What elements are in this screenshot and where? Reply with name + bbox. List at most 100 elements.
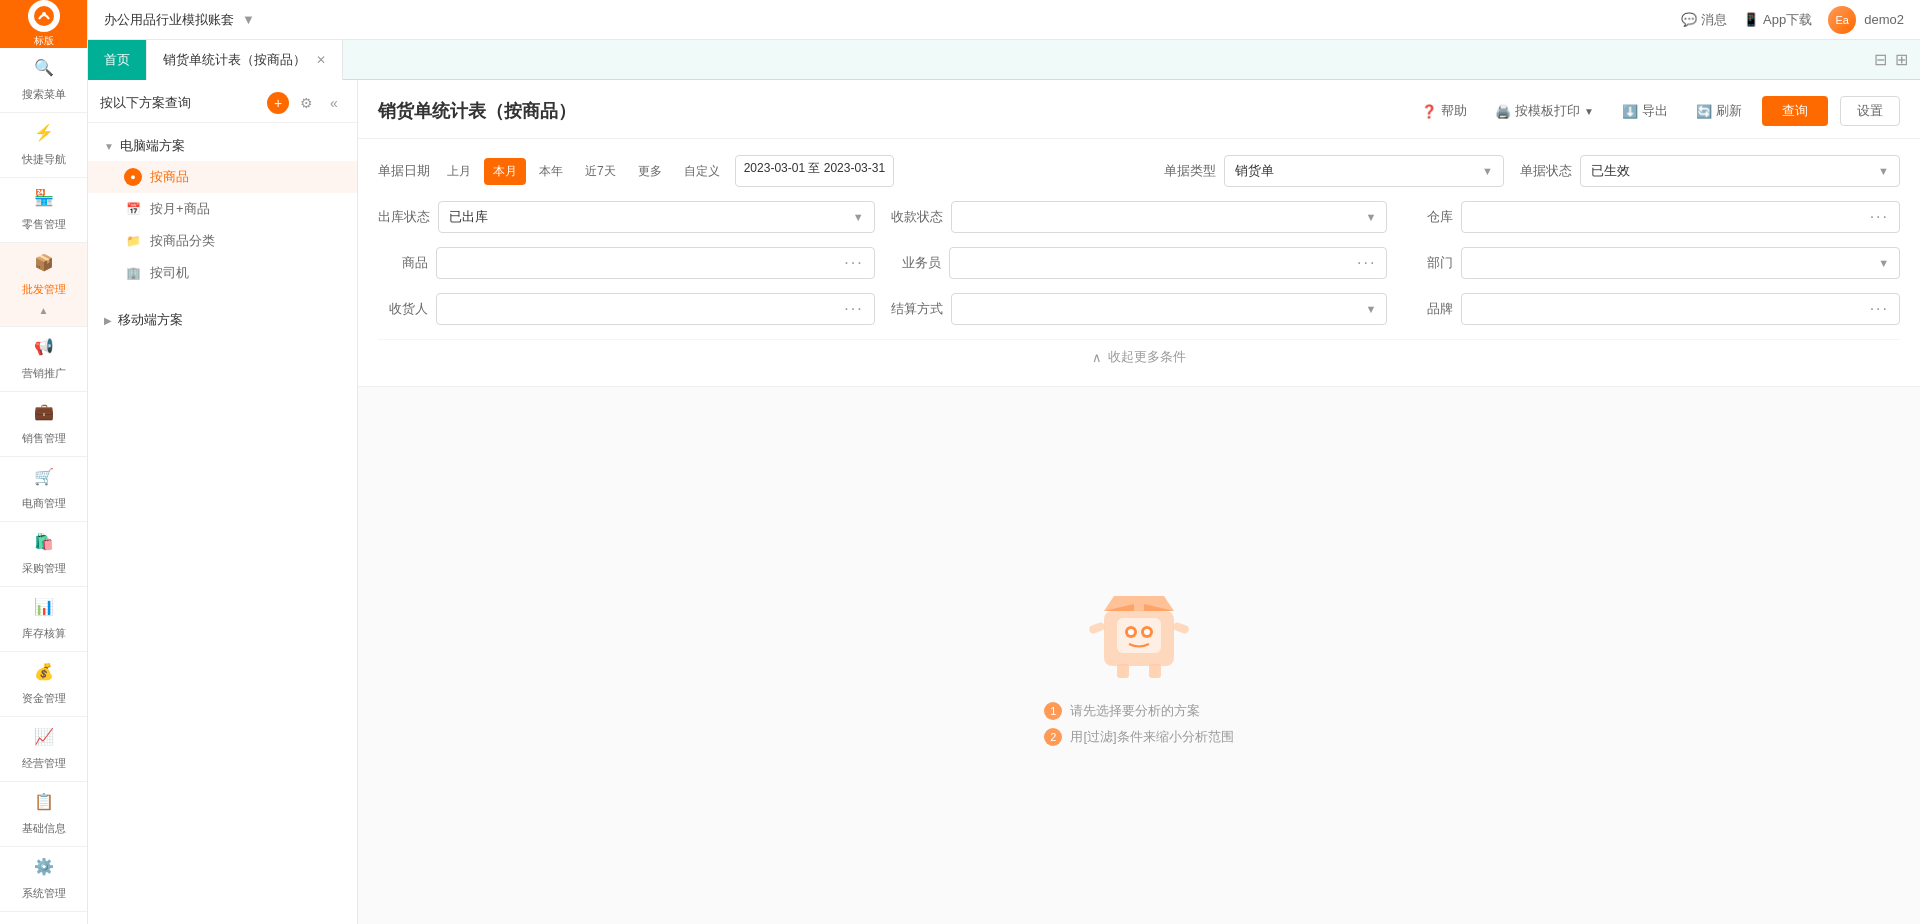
scheme-item-by-product[interactable]: ● 按商品 (88, 161, 357, 193)
sidebar-item-operation[interactable]: 📈 经营管理 (0, 717, 87, 782)
settings-scheme-btn[interactable]: ⚙ (295, 92, 317, 114)
empty-tips: 1 请先选择要分析的方案 2 用[过滤]条件来缩小分析范围 (1044, 702, 1233, 746)
sidebar-item-marketing[interactable]: 📢 营销推广 (0, 327, 87, 392)
left-panel: 按以下方案查询 + ⚙ « ▼ 电脑端方案 ● 按商品 📅 按 (88, 80, 358, 924)
settlement-label: 结算方式 (891, 300, 943, 318)
message-btn[interactable]: 💬 消息 (1681, 11, 1727, 29)
date-tab-this-year[interactable]: 本年 (530, 158, 572, 185)
user-profile-btn[interactable]: Ea demo2 (1828, 6, 1904, 34)
dept-select[interactable]: ▼ (1461, 247, 1900, 279)
tab-minimize-btn[interactable]: ⊟ (1874, 50, 1887, 69)
sidebar-item-basic[interactable]: 📋 基础信息 (0, 782, 87, 847)
tab-maximize-btn[interactable]: ⊞ (1895, 50, 1908, 69)
sidebar-item-quicknav[interactable]: ⚡ 快捷导航 (0, 113, 87, 178)
scheme-label-by-dept: 按司机 (150, 264, 189, 282)
collapse-bar[interactable]: ∧ 收起更多条件 (378, 339, 1900, 370)
scheme-label-by-category: 按商品分类 (150, 232, 215, 250)
date-tab-last-month[interactable]: 上月 (438, 158, 480, 185)
sidebar-item-enterprise[interactable]: 🏢 企业协同 (0, 912, 87, 924)
user-avatar: Ea (1828, 6, 1856, 34)
date-range-input[interactable]: 2023-03-01 至 2023-03-31 (735, 155, 894, 187)
scheme-item-by-month-product[interactable]: 📅 按月+商品 (88, 193, 357, 225)
filter-row-3: 商品 ··· 业务员 ··· 部门 (378, 247, 1900, 279)
tab-sales-stats[interactable]: 销货单统计表（按商品） ✕ (147, 40, 343, 80)
export-btn[interactable]: ⬇️ 导出 (1614, 98, 1676, 124)
tip-number-2: 2 (1044, 728, 1062, 746)
date-tabs: 上月 本月 本年 近7天 更多 自定义 (438, 158, 729, 185)
sidebar-item-finance[interactable]: 💰 资金管理 (0, 652, 87, 717)
date-range-value: 2023-03-01 至 2023-03-31 (744, 161, 885, 175)
sidebar-item-retail[interactable]: 🏪 零售管理 (0, 178, 87, 243)
sidebar-item-wholesale[interactable]: 📦 批发管理 ▲ (0, 243, 87, 327)
sidebar-item-system[interactable]: ⚙️ 系统管理 (0, 847, 87, 912)
mobile-label: 移动端方案 (118, 311, 183, 329)
dropdown-arrow[interactable]: ▼ (242, 12, 255, 27)
query-button[interactable]: 查询 (1762, 96, 1828, 126)
desktop-scheme-group: ▼ 电脑端方案 ● 按商品 📅 按月+商品 📁 按商品分类 🏢 按司机 (88, 123, 357, 297)
main-area: 办公用品行业模拟账套 ▼ 💬 消息 📱 App下载 Ea demo2 首页 (88, 0, 1920, 924)
sidebar-item-search[interactable]: 🔍 搜索菜单 (0, 48, 87, 113)
doc-type-label: 单据类型 (1164, 162, 1216, 180)
scheme-item-by-category[interactable]: 📁 按商品分类 (88, 225, 357, 257)
warehouse-dots: ··· (1870, 208, 1889, 226)
recipient-select[interactable]: ··· (436, 293, 875, 325)
empty-tip-2: 2 用[过滤]条件来缩小分析范围 (1044, 728, 1233, 746)
date-tab-more[interactable]: 更多 (629, 158, 671, 185)
svg-rect-3 (1117, 618, 1161, 653)
product-label: 商品 (378, 254, 428, 272)
doc-status-select[interactable]: 已生效 ▼ (1580, 155, 1900, 187)
add-scheme-btn[interactable]: + (267, 92, 289, 114)
svg-point-6 (1128, 629, 1134, 635)
warehouse-select[interactable]: ··· (1461, 201, 1900, 233)
refresh-btn[interactable]: 🔄 刷新 (1688, 98, 1750, 124)
page-title: 销货单统计表（按商品） (378, 99, 576, 123)
filter-brand: 品牌 ··· (1403, 293, 1900, 325)
tab-home[interactable]: 首页 (88, 40, 147, 80)
sidebar-item-sales[interactable]: 💼 销售管理 (0, 392, 87, 457)
brand-select[interactable]: ··· (1461, 293, 1900, 325)
product-select[interactable]: ··· (436, 247, 875, 279)
date-tab-custom[interactable]: 自定义 (675, 158, 729, 185)
doc-type-select[interactable]: 销货单 ▼ (1224, 155, 1504, 187)
app-download-btn[interactable]: 📱 App下载 (1743, 11, 1812, 29)
content-area: 按以下方案查询 + ⚙ « ▼ 电脑端方案 ● 按商品 📅 按 (88, 80, 1920, 924)
sidebar-item-inventory[interactable]: 📊 库存核算 (0, 587, 87, 652)
brand-dots: ··· (1870, 300, 1889, 318)
svg-point-7 (1144, 629, 1150, 635)
warehouse-status-select[interactable]: 已出库 ▼ (438, 201, 875, 233)
recipient-label: 收货人 (378, 300, 428, 318)
filter-row-2: 出库状态 已出库 ▼ 收款状态 ▼ 仓库 (378, 201, 1900, 233)
sidebar-item-ecommerce[interactable]: 🛒 电商管理 (0, 457, 87, 522)
print-icon: 🖨️ (1495, 104, 1511, 119)
date-tab-this-month[interactable]: 本月 (484, 158, 526, 185)
salesperson-select[interactable]: ··· (949, 247, 1388, 279)
settlement-select[interactable]: ▼ (951, 293, 1388, 325)
payment-status-arrow: ▼ (1365, 211, 1376, 223)
warehouse-status-label: 出库状态 (378, 208, 430, 226)
mobile-scheme-group: ▶ 移动端方案 (88, 297, 357, 343)
help-btn[interactable]: ❓ 帮助 (1413, 98, 1475, 124)
template-print-btn[interactable]: 🖨️ 按模板打印 ▼ (1487, 98, 1602, 124)
salesperson-dots: ··· (1357, 254, 1376, 272)
sidebar-item-purchase[interactable]: 🛍️ 采购管理 (0, 522, 87, 587)
mobile-scheme-title[interactable]: ▶ 移动端方案 (88, 305, 357, 335)
scheme-item-by-dept[interactable]: 🏢 按司机 (88, 257, 357, 289)
brand-label: 品牌 (1403, 300, 1453, 318)
date-tab-7days[interactable]: 近7天 (576, 158, 625, 185)
settlement-arrow: ▼ (1365, 303, 1376, 315)
tab-close-btn[interactable]: ✕ (316, 53, 326, 67)
settings-button[interactable]: 设置 (1840, 96, 1900, 126)
main-content: 1 请先选择要分析的方案 2 用[过滤]条件来缩小分析范围 (358, 387, 1920, 924)
svg-rect-9 (1149, 664, 1161, 678)
scheme-label-by-product: 按商品 (150, 168, 189, 186)
tip-number-1: 1 (1044, 702, 1062, 720)
payment-status-select[interactable]: ▼ (951, 201, 1388, 233)
collapse-icon: ∧ (1092, 350, 1102, 365)
left-panel-header: 按以下方案查询 + ⚙ « (88, 80, 357, 123)
right-panel: 销货单统计表（按商品） ❓ 帮助 🖨️ 按模板打印 ▼ ⬇️ 导出 (358, 80, 1920, 924)
filter-doc-type: 单据类型 销货单 ▼ (1164, 155, 1504, 187)
collapse-panel-btn[interactable]: « (323, 92, 345, 114)
desktop-scheme-title[interactable]: ▼ 电脑端方案 (88, 131, 357, 161)
doc-type-arrow: ▼ (1482, 165, 1493, 177)
doc-status-arrow: ▼ (1878, 165, 1889, 177)
